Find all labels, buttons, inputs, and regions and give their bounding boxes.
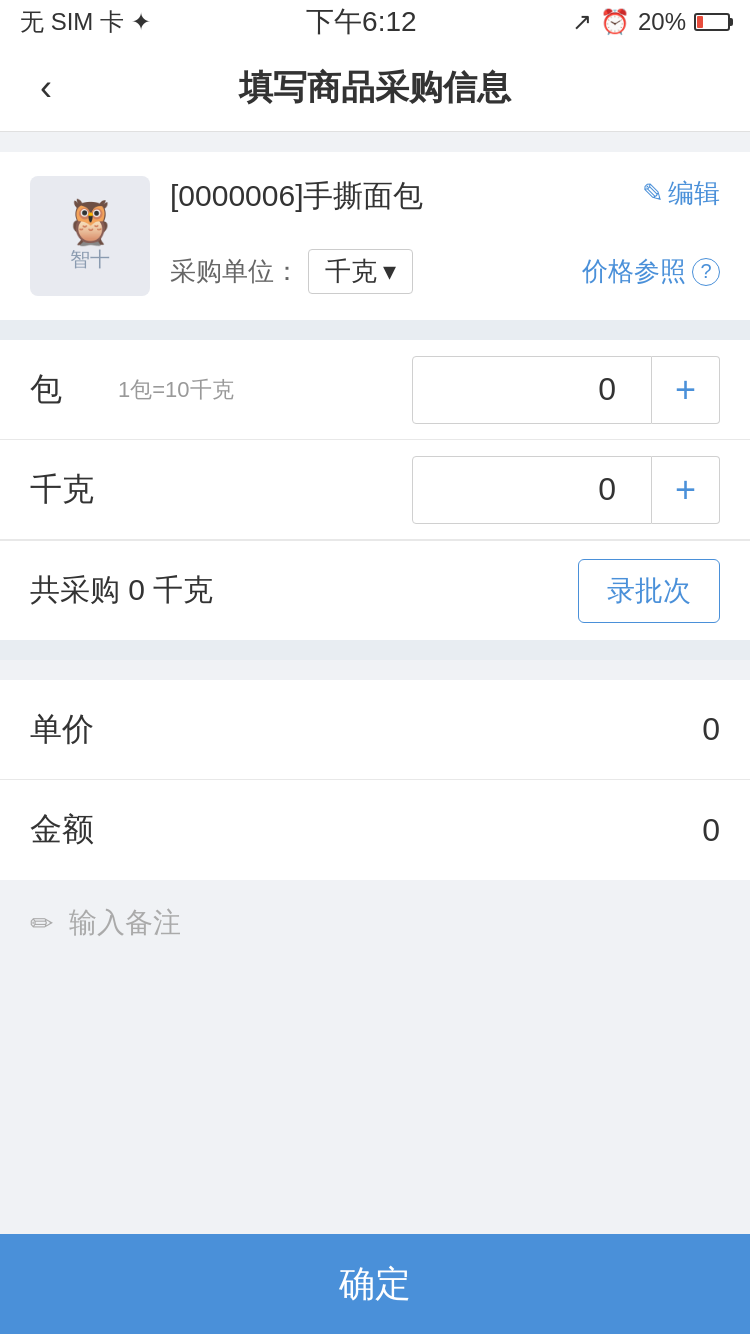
product-info: [0000006]手撕面包 ✎ 编辑 采购单位： 千克 ▾ 价格参照 ? [170, 176, 720, 294]
input-section: 包 1包=10千克 + 千克 + 共采购 0 千克 录批次 [0, 340, 750, 640]
status-right: ↗ ⏰ 20% [572, 8, 730, 36]
section-divider-2 [0, 640, 750, 660]
amount-row: 金额 0 [0, 780, 750, 880]
price-ref-icon: ? [692, 258, 720, 286]
unit-select[interactable]: 千克 ▾ [308, 249, 413, 294]
owl-icon: 🦉 [63, 200, 118, 244]
status-bar: 无 SIM 卡 ✦ 下午6:12 ↗ ⏰ 20% [0, 0, 750, 44]
bag-input-row: 包 1包=10千克 + [0, 340, 750, 440]
sim-status: 无 SIM 卡 ✦ [20, 6, 151, 38]
nav-bar: ‹ 填写商品采购信息 [0, 44, 750, 132]
amount-label: 金额 [30, 808, 94, 852]
bag-sublabel: 1包=10千克 [118, 375, 234, 405]
product-card: 🦉 智十 [0000006]手撕面包 ✎ 编辑 采购单位： 千克 ▾ [0, 152, 750, 320]
battery-percent: 20% [638, 8, 686, 36]
edit-label: 编辑 [668, 176, 720, 211]
confirm-button[interactable]: 确定 [0, 1234, 750, 1334]
bag-plus-button[interactable]: + [652, 356, 720, 424]
alarm-icon: ⏰ [600, 8, 630, 36]
summary-text: 共采购 0 千克 [30, 570, 213, 611]
batch-button[interactable]: 录批次 [578, 559, 720, 623]
brand-label: 智十 [70, 246, 110, 273]
bag-label: 包 [30, 368, 110, 412]
unit-label: 采购单位： [170, 254, 300, 289]
unit-price-row: 单价 0 [0, 680, 750, 780]
price-ref-label: 价格参照 [582, 254, 686, 289]
product-name: [0000006]手撕面包 [170, 176, 423, 217]
unit-price-label: 单价 [30, 708, 94, 752]
pencil-icon: ✏ [30, 907, 53, 940]
page-title: 填写商品采购信息 [239, 65, 511, 111]
bag-quantity-input[interactable] [412, 356, 652, 424]
edit-icon: ✎ [642, 178, 664, 209]
status-time: 下午6:12 [306, 3, 417, 41]
price-ref-button[interactable]: 价格参照 ? [582, 254, 720, 289]
status-left: 无 SIM 卡 ✦ [20, 6, 151, 38]
amount-value: 0 [702, 812, 720, 849]
edit-button[interactable]: ✎ 编辑 [642, 176, 720, 211]
product-image: 🦉 智十 [30, 176, 150, 296]
kg-quantity-input[interactable] [412, 456, 652, 524]
remark-input[interactable]: 输入备注 [69, 904, 181, 942]
kg-plus-button[interactable]: + [652, 456, 720, 524]
unit-value: 千克 [325, 254, 377, 289]
location-icon: ↗ [572, 8, 592, 36]
summary-row: 共采购 0 千克 录批次 [0, 540, 750, 640]
battery-icon [694, 13, 730, 31]
kg-input-row: 千克 + [0, 440, 750, 540]
back-button[interactable]: ‹ [30, 57, 62, 119]
info-section: 单价 0 金额 0 [0, 680, 750, 880]
unit-price-value: 0 [702, 711, 720, 748]
section-divider-1 [0, 320, 750, 340]
remark-section[interactable]: ✏ 输入备注 [0, 880, 750, 966]
dropdown-icon: ▾ [383, 256, 396, 287]
kg-label: 千克 [30, 468, 110, 512]
